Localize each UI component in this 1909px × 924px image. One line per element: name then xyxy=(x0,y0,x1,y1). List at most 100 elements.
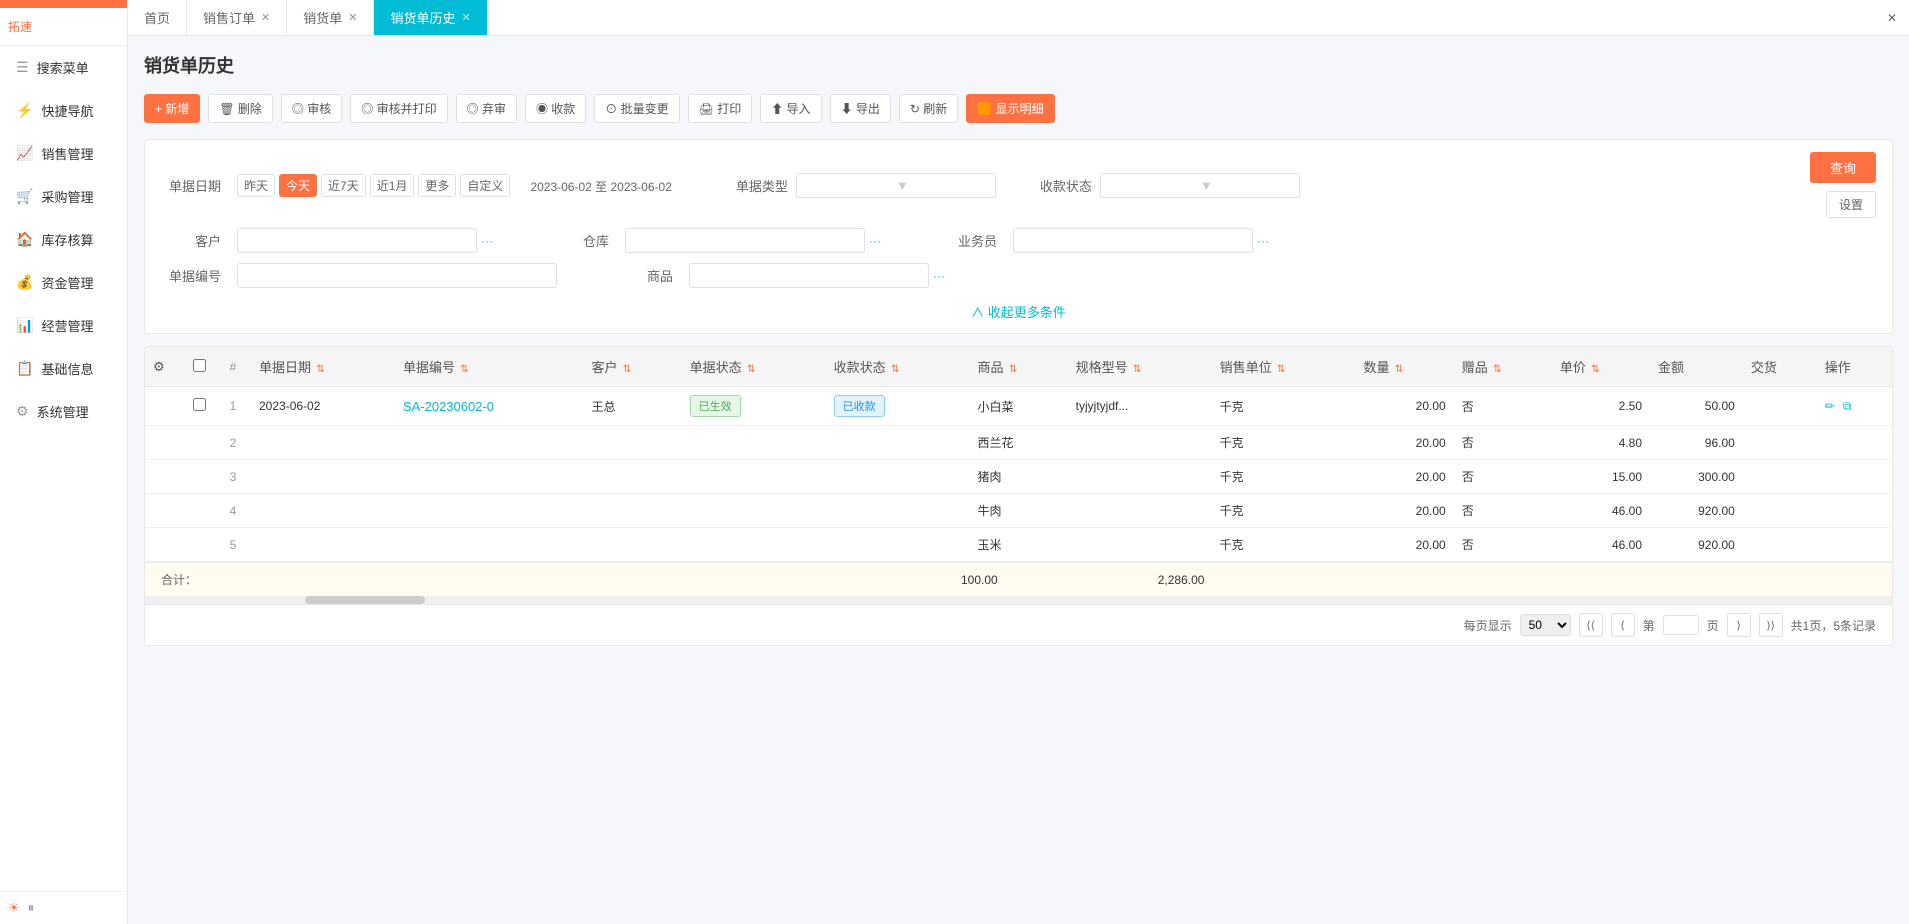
footer-label: 合计： xyxy=(161,571,221,588)
row-checkbox-0[interactable] xyxy=(193,398,206,411)
col-qty-label: 数量 xyxy=(1364,360,1390,375)
batch-change-button[interactable]: ⊙ 批量变更 xyxy=(594,94,679,123)
collect-status-badge-0: 已收款 xyxy=(834,395,885,417)
col-doc-no[interactable]: 单据编号 ⇅ xyxy=(395,347,584,387)
cell-doc-no-3 xyxy=(395,494,584,528)
tab-sales-goods-close[interactable]: ✕ xyxy=(348,11,357,24)
col-doc-status-sort: ⇅ xyxy=(747,364,755,375)
table-body: 1 2023-06-02 SA-20230602-0 王总 已生效 已收款 小白… xyxy=(145,387,1892,562)
col-settings[interactable]: ⚙ xyxy=(145,347,185,387)
tab-sales-goods[interactable]: 销货单 ✕ xyxy=(287,0,374,35)
sidebar-item-search-menu[interactable]: ☰ 搜索菜单 xyxy=(0,46,127,89)
sidebar-item-sales-mgmt[interactable]: 📈 销售管理 xyxy=(0,132,127,175)
refresh-button[interactable]: ↻ 刷新 xyxy=(899,94,958,123)
sidebar-item-system-mgmt[interactable]: ⚙ 系统管理 xyxy=(0,390,127,433)
tab-sales-history-close[interactable]: ✕ xyxy=(462,11,471,24)
filter-warehouse-input[interactable] xyxy=(625,228,865,253)
query-button[interactable]: 查询 xyxy=(1810,152,1876,183)
edit-btn-0[interactable]: ✏ xyxy=(1825,399,1835,414)
customer-ellipsis[interactable]: ··· xyxy=(481,234,493,248)
table-row: 4 牛肉 千克 20.00 否 46.00 920.00 xyxy=(145,494,1892,528)
page-next-btn[interactable]: ⟩ xyxy=(1727,613,1751,637)
date-btn-today[interactable]: 今天 xyxy=(279,174,317,197)
filter-collect-status-select[interactable]: ▼ xyxy=(1100,173,1300,198)
col-spec[interactable]: 规格型号 ⇅ xyxy=(1068,347,1212,387)
print-button[interactable]: 🖨 打印 xyxy=(688,94,753,123)
page-first-btn[interactable]: ⟨⟨ xyxy=(1579,613,1603,637)
page-last-btn[interactable]: ⟩⟩ xyxy=(1759,613,1783,637)
sidebar-bottom-icon2[interactable]: ⏸ xyxy=(28,900,35,916)
tab-sales-history[interactable]: 销货单历史 ✕ xyxy=(374,0,487,35)
col-unit[interactable]: 销售单位 ⇅ xyxy=(1212,347,1356,387)
copy-btn-0[interactable]: ⧉ xyxy=(1843,399,1852,414)
col-collect-status[interactable]: 收款状态 ⇅ xyxy=(826,347,970,387)
col-spec-sort: ⇅ xyxy=(1133,364,1141,375)
filter-salesperson-label: 业务员 xyxy=(937,231,997,250)
col-doc-date-label: 单据日期 xyxy=(259,360,311,375)
import-button[interactable]: ⬆ 导入 xyxy=(760,94,821,123)
export-button[interactable]: ⬇ 导出 xyxy=(830,94,891,123)
filter-salesperson-input[interactable] xyxy=(1013,228,1253,253)
scroll-bar-thumb[interactable] xyxy=(305,596,425,604)
sidebar-bottom-icon1[interactable]: ☀ xyxy=(8,900,20,916)
date-btn-yesterday[interactable]: 昨天 xyxy=(237,174,275,197)
cell-transaction-1 xyxy=(1743,426,1817,460)
page-input[interactable]: 1 xyxy=(1663,615,1699,635)
date-btn-custom[interactable]: 自定义 xyxy=(460,174,510,197)
sidebar-top-bar xyxy=(0,0,127,8)
date-btn-more[interactable]: 更多 xyxy=(418,174,456,197)
col-doc-status[interactable]: 单据状态 ⇅ xyxy=(682,347,826,387)
audit-button[interactable]: ◎ 审核 xyxy=(281,94,342,123)
sidebar-item-quick-nav[interactable]: ⚡ 快捷导航 xyxy=(0,89,127,132)
doc-no-link-0[interactable]: SA-20230602-0 xyxy=(403,399,494,414)
sidebar-item-ops-mgmt[interactable]: 📊 经营管理 xyxy=(0,304,127,347)
cell-qty-2: 20.00 xyxy=(1356,460,1454,494)
discard-button[interactable]: ◎ 弃审 xyxy=(456,94,517,123)
col-unit-price[interactable]: 单价 ⇅ xyxy=(1552,347,1650,387)
filter-customer-input[interactable] xyxy=(237,228,477,253)
col-transaction: 交货 xyxy=(1743,347,1817,387)
cell-customer-4 xyxy=(583,528,681,562)
sidebar-item-finance-mgmt[interactable]: 💰 资金管理 xyxy=(0,261,127,304)
new-button[interactable]: + 新增 xyxy=(144,94,200,123)
footer-total-qty: 100.00 xyxy=(961,573,998,587)
tab-close-all[interactable]: ✕ xyxy=(1875,11,1909,25)
settings-icon[interactable]: ⚙ xyxy=(153,359,165,374)
collapse-more-conditions[interactable]: ∧ 收起更多条件 xyxy=(161,298,1876,321)
cell-actions-1 xyxy=(1817,426,1892,460)
tab-sales-order-close[interactable]: ✕ xyxy=(261,11,270,24)
col-qty[interactable]: 数量 ⇅ xyxy=(1356,347,1454,387)
date-btn-7days[interactable]: 近7天 xyxy=(321,174,366,197)
sidebar-item-purchase-mgmt[interactable]: 🛒 采购管理 xyxy=(0,175,127,218)
setting-button[interactable]: 设置 xyxy=(1826,191,1876,218)
system-mgmt-icon: ⚙ xyxy=(16,403,29,420)
salesperson-ellipsis[interactable]: ··· xyxy=(1257,234,1269,248)
warehouse-ellipsis[interactable]: ··· xyxy=(869,234,881,248)
cell-goods-2: 猪肉 xyxy=(970,460,1068,494)
filter-goods-input[interactable] xyxy=(689,263,929,288)
select-all-checkbox[interactable] xyxy=(193,359,206,372)
table-row: 2 西兰花 千克 20.00 否 4.80 96.00 xyxy=(145,426,1892,460)
goods-ellipsis[interactable]: ··· xyxy=(933,269,945,283)
date-btn-1month[interactable]: 近1月 xyxy=(370,174,415,197)
tab-home[interactable]: 首页 xyxy=(128,0,187,35)
collect-button[interactable]: ◉ 收款 xyxy=(525,94,586,123)
filter-type-select[interactable]: ▼ xyxy=(796,173,996,198)
per-page-select[interactable]: 50 100 200 xyxy=(1520,614,1571,636)
col-goods[interactable]: 商品 ⇅ xyxy=(970,347,1068,387)
filter-docno-input[interactable] xyxy=(237,263,557,288)
cell-doc-status-0: 已生效 xyxy=(682,387,826,426)
audit-print-button[interactable]: ◎ 审核并打印 xyxy=(350,94,447,123)
col-amount-label: 金额 xyxy=(1658,360,1684,375)
col-doc-date[interactable]: 单据日期 ⇅ xyxy=(251,347,395,387)
sidebar-item-label-purchase-mgmt: 采购管理 xyxy=(41,187,93,206)
tab-sales-order[interactable]: 销售订单 ✕ xyxy=(187,0,287,35)
sidebar-item-basic-info[interactable]: 📋 基础信息 xyxy=(0,347,127,390)
col-gift[interactable]: 赠品 ⇅ xyxy=(1454,347,1552,387)
col-customer[interactable]: 客户 ⇅ xyxy=(583,347,681,387)
show-detail-button[interactable]: 🟧 显示明细 xyxy=(966,94,1054,123)
page-prev-btn[interactable]: ⟨ xyxy=(1611,613,1635,637)
delete-button[interactable]: 🗑 删除 xyxy=(208,94,273,123)
filter-date-group: 昨天 今天 近7天 近1月 更多 自定义 xyxy=(237,174,510,197)
sidebar-item-inventory[interactable]: 🏠 库存核算 xyxy=(0,218,127,261)
